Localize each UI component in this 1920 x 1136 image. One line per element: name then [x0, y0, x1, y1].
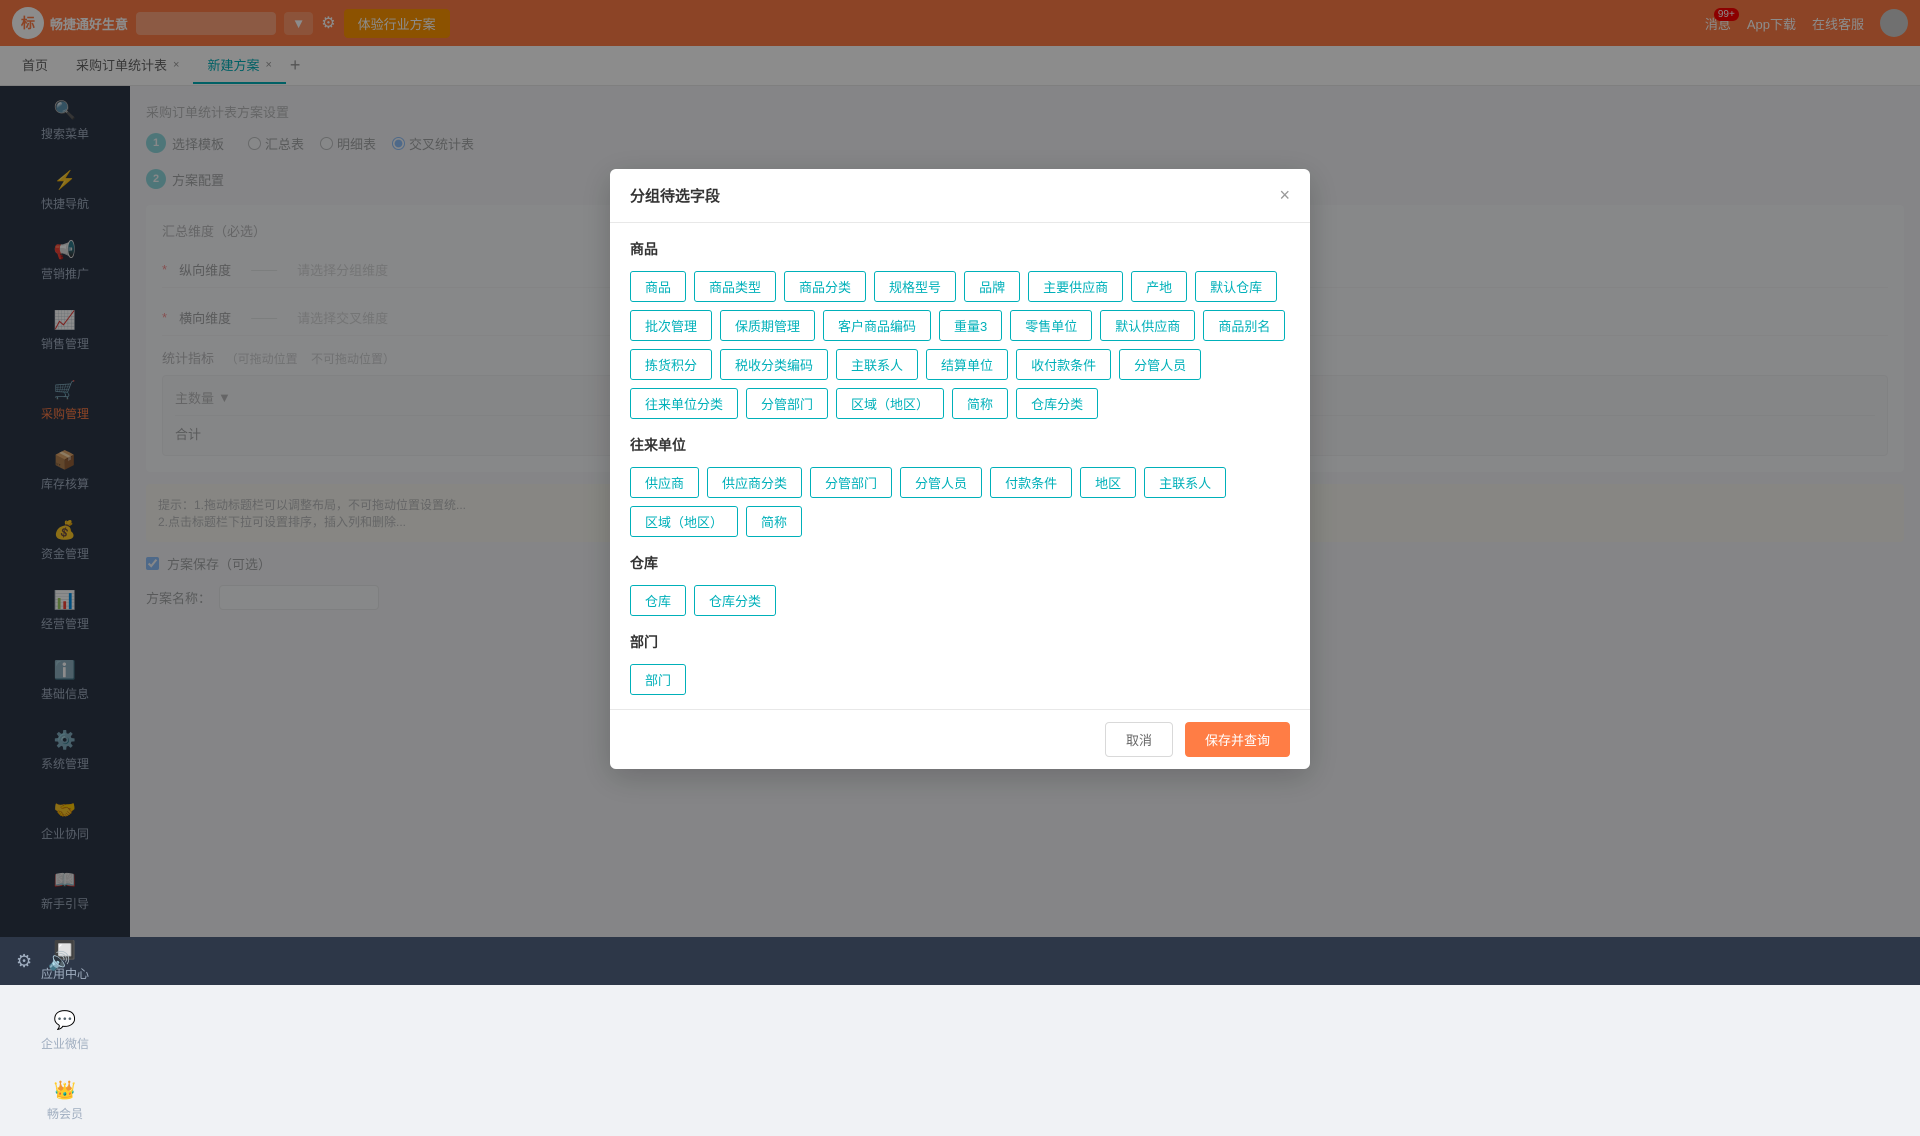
- sidebar-item-member[interactable]: 👑 畅会员: [0, 1066, 130, 1136]
- field-tag-product-5[interactable]: 主要供应商: [1028, 271, 1123, 302]
- sidebar-wechat-label: 企业微信: [41, 1035, 89, 1052]
- field-tag-partner-0[interactable]: 供应商: [630, 467, 699, 498]
- field-tag-warehouse-1[interactable]: 仓库分类: [694, 585, 776, 616]
- field-tag-product-4[interactable]: 品牌: [964, 271, 1020, 302]
- modal-body: 商品 商品 商品类型 商品分类 规格型号 品牌 主要供应商 产地 默认仓库 批次…: [610, 223, 1310, 709]
- field-tag-product-9[interactable]: 保质期管理: [720, 310, 815, 341]
- field-grid-partner: 供应商 供应商分类 分管部门 分管人员 付款条件 地区 主联系人 区域（地区） …: [630, 467, 1290, 537]
- modal-close-btn[interactable]: ×: [1279, 185, 1290, 206]
- field-tag-partner-8[interactable]: 简称: [746, 506, 802, 537]
- field-grid-product: 商品 商品类型 商品分类 规格型号 品牌 主要供应商 产地 默认仓库 批次管理 …: [630, 271, 1290, 419]
- sidebar-member-label: 畅会员: [47, 1105, 83, 1122]
- field-tag-partner-6[interactable]: 主联系人: [1144, 467, 1226, 498]
- member-icon: 👑: [54, 1080, 76, 1101]
- field-tag-product-13[interactable]: 默认供应商: [1100, 310, 1195, 341]
- section-title-partner: 往来单位: [630, 435, 1290, 455]
- field-tag-product-1[interactable]: 商品类型: [694, 271, 776, 302]
- bottom-settings-btn[interactable]: ⚙: [16, 951, 32, 972]
- field-tag-partner-2[interactable]: 分管部门: [810, 467, 892, 498]
- field-tag-product-19[interactable]: 收付款条件: [1016, 349, 1111, 380]
- modal-cancel-btn[interactable]: 取消: [1105, 722, 1173, 757]
- field-tag-partner-5[interactable]: 地区: [1080, 467, 1136, 498]
- field-tag-product-24[interactable]: 简称: [952, 388, 1008, 419]
- field-tag-product-23[interactable]: 区域（地区）: [836, 388, 944, 419]
- field-tag-product-17[interactable]: 主联系人: [836, 349, 918, 380]
- section-title-warehouse: 仓库: [630, 553, 1290, 573]
- section-title-product: 商品: [630, 239, 1290, 259]
- field-tag-product-15[interactable]: 拣货积分: [630, 349, 712, 380]
- field-tag-product-0[interactable]: 商品: [630, 271, 686, 302]
- field-tag-product-20[interactable]: 分管人员: [1119, 349, 1201, 380]
- field-tag-partner-4[interactable]: 付款条件: [990, 467, 1072, 498]
- field-grid-warehouse: 仓库 仓库分类: [630, 585, 1290, 616]
- field-tag-partner-7[interactable]: 区域（地区）: [630, 506, 738, 537]
- bottom-bar: ⚙ 🔊: [0, 937, 1920, 985]
- field-tag-partner-3[interactable]: 分管人员: [900, 467, 982, 498]
- field-tag-product-21[interactable]: 往来单位分类: [630, 388, 738, 419]
- modal-overlay: 分组待选字段 × 商品 商品 商品类型 商品分类 规格型号 品牌 主要供应商 产…: [0, 0, 1920, 937]
- field-tag-dept-0[interactable]: 部门: [630, 664, 686, 695]
- field-tag-product-6[interactable]: 产地: [1131, 271, 1187, 302]
- bottom-audio-btn[interactable]: 🔊: [48, 951, 70, 972]
- field-tag-product-14[interactable]: 商品别名: [1203, 310, 1285, 341]
- sidebar-item-wechat[interactable]: 💬 企业微信: [0, 996, 130, 1066]
- field-tag-product-25[interactable]: 仓库分类: [1016, 388, 1098, 419]
- field-grid-department: 部门: [630, 664, 1290, 695]
- field-tag-product-8[interactable]: 批次管理: [630, 310, 712, 341]
- field-tag-product-18[interactable]: 结算单位: [926, 349, 1008, 380]
- modal-title: 分组待选字段: [630, 185, 720, 206]
- section-title-department: 部门: [630, 632, 1290, 652]
- modal-save-btn[interactable]: 保存并查询: [1185, 722, 1290, 757]
- field-tag-product-7[interactable]: 默认仓库: [1195, 271, 1277, 302]
- field-tag-product-12[interactable]: 零售单位: [1010, 310, 1092, 341]
- field-tag-product-16[interactable]: 税收分类编码: [720, 349, 828, 380]
- modal-footer: 取消 保存并查询: [610, 709, 1310, 769]
- field-tag-product-22[interactable]: 分管部门: [746, 388, 828, 419]
- field-tag-product-3[interactable]: 规格型号: [874, 271, 956, 302]
- field-selection-modal: 分组待选字段 × 商品 商品 商品类型 商品分类 规格型号 品牌 主要供应商 产…: [610, 169, 1310, 769]
- modal-header: 分组待选字段 ×: [610, 169, 1310, 223]
- wechat-icon: 💬: [54, 1010, 76, 1031]
- field-tag-product-11[interactable]: 重量3: [939, 310, 1002, 341]
- field-tag-product-2[interactable]: 商品分类: [784, 271, 866, 302]
- field-tag-warehouse-0[interactable]: 仓库: [630, 585, 686, 616]
- field-tag-partner-1[interactable]: 供应商分类: [707, 467, 802, 498]
- field-tag-product-10[interactable]: 客户商品编码: [823, 310, 931, 341]
